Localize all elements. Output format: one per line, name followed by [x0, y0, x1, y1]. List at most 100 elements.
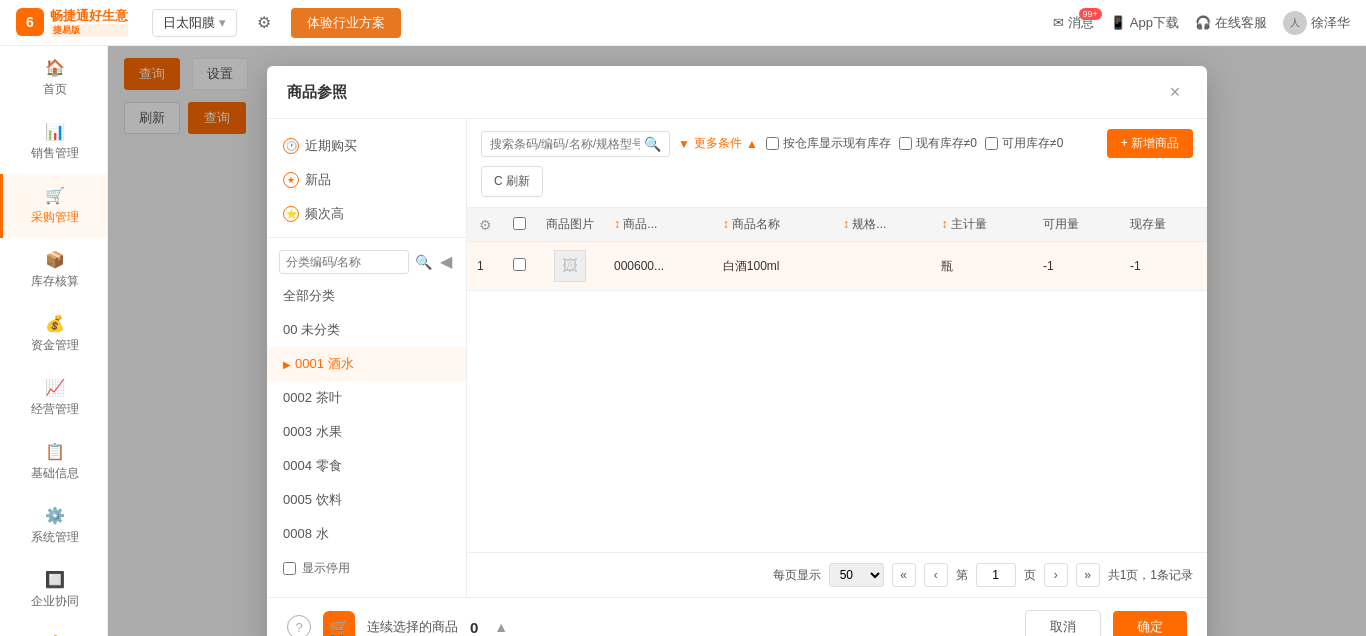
- left-nav-frequent-label: 频次高: [305, 205, 344, 223]
- sidebar-item-finance[interactable]: 💰 资金管理: [0, 302, 107, 366]
- store-selector[interactable]: 日太阳膜 ▾: [152, 9, 237, 37]
- recent-icon: 🕐: [283, 138, 299, 154]
- cancel-btn[interactable]: 取消: [1025, 610, 1101, 636]
- category-search-icon[interactable]: 🔍: [415, 254, 432, 270]
- th-available: 可用量: [1033, 208, 1120, 242]
- usable-checkbox[interactable]: [985, 137, 998, 150]
- filter-btn[interactable]: ▼ 更多条件 ▲: [678, 135, 758, 152]
- per-page-select[interactable]: 20 50 100 200: [829, 563, 884, 587]
- left-nav-new[interactable]: ★ 新品: [267, 163, 466, 197]
- sidebar-item-label: 企业协同: [31, 593, 79, 610]
- collapse-btn[interactable]: ◀: [432, 248, 460, 275]
- category-arrow-icon: ▶: [283, 359, 291, 370]
- category-fruit[interactable]: 0003 水果: [267, 415, 466, 449]
- online-service-label: 在线客服: [1215, 14, 1267, 32]
- sidebar-item-system[interactable]: ⚙️ 系统管理: [0, 494, 107, 558]
- category-snacks[interactable]: 0004 零食: [267, 449, 466, 483]
- table-row[interactable]: 1 🖼: [467, 242, 1207, 291]
- product-search-input[interactable]: [490, 137, 640, 151]
- pagination-bar: 每页显示 20 50 100 200 « ‹ 第 页: [467, 552, 1207, 597]
- category-all[interactable]: 全部分类: [267, 279, 466, 313]
- show-disabled-checkbox[interactable]: [283, 562, 296, 575]
- show-disabled: 显示停用: [267, 550, 466, 587]
- help-btn[interactable]: ?: [287, 615, 311, 636]
- category-label: 0005 饮料: [283, 491, 342, 509]
- available-checkbox-label[interactable]: 现有库存≠0: [899, 135, 977, 152]
- page-suffix: 页: [1024, 567, 1036, 584]
- category-search: 🔍: [279, 250, 432, 274]
- messages-btn[interactable]: ✉ 消息 99+: [1053, 14, 1094, 32]
- sidebar-item-label: 采购管理: [31, 209, 79, 226]
- prev-page-btn[interactable]: ‹: [924, 563, 948, 587]
- experience-btn[interactable]: 体验行业方案: [291, 8, 401, 38]
- sidebar-item-sales[interactable]: 📊 销售管理: [0, 110, 107, 174]
- sidebar-item-inventory[interactable]: 📦 库存核算: [0, 238, 107, 302]
- warehouse-checkbox-label[interactable]: 按仓库显示现有库存: [766, 135, 891, 152]
- total-label: 共1页，1条记录: [1108, 567, 1193, 584]
- row-name: 白酒100ml: [713, 242, 833, 291]
- category-tea[interactable]: 0002 茶叶: [267, 381, 466, 415]
- select-all-checkbox[interactable]: [513, 217, 526, 230]
- modal-close-btn[interactable]: ×: [1163, 80, 1187, 104]
- row-unit: 瓶: [931, 242, 1033, 291]
- message-icon: ✉: [1053, 15, 1064, 30]
- phone-icon: 📱: [1110, 15, 1126, 30]
- row-index: 1: [467, 242, 503, 291]
- left-nav-frequent[interactable]: ⭐ 频次高: [267, 197, 466, 231]
- row-checkbox[interactable]: [513, 258, 526, 271]
- left-nav-recent[interactable]: 🕐 近期购买: [267, 129, 466, 163]
- cart-btn[interactable]: 🛒: [323, 611, 355, 636]
- app-download-btn[interactable]: 📱 App下载: [1110, 14, 1179, 32]
- page-number-input[interactable]: [976, 563, 1016, 587]
- chevron-up-icon[interactable]: ▲: [494, 619, 508, 635]
- show-disabled-label[interactable]: 显示停用: [302, 560, 350, 577]
- category-water[interactable]: 0008 水: [267, 517, 466, 550]
- first-page-btn[interactable]: «: [892, 563, 916, 587]
- sidebar: 🏠 首页 📊 销售管理 🛒 采购管理 📦 库存核算 💰 资金管理 📈 经营管理 …: [0, 46, 108, 636]
- purchase-icon: 🛒: [45, 186, 65, 205]
- sidebar-item-enterprise[interactable]: 🔲 企业协同: [0, 558, 107, 622]
- refresh-btn[interactable]: C 刷新: [481, 166, 543, 197]
- sidebar-item-label: 基础信息: [31, 465, 79, 482]
- category-unclassified[interactable]: 00 未分类: [267, 313, 466, 347]
- category-liquor[interactable]: ▶ 0001 酒水: [267, 347, 466, 381]
- next-page-btn[interactable]: ›: [1044, 563, 1068, 587]
- left-panel: 🕐 近期购买 ★ 新品 ⭐ 频次高: [267, 119, 467, 597]
- basic-info-icon: 📋: [45, 442, 65, 461]
- sidebar-item-basic-info[interactable]: 📋 基础信息: [0, 430, 107, 494]
- sort-icon: ↕: [614, 217, 620, 231]
- topbar: 6 畅捷通好生意 捷易版 日太阳膜 ▾ ⚙ 体验行业方案 ✉ 消息 99+ 📱 …: [0, 0, 1366, 46]
- usable-checkbox-text: 可用库存≠0: [1002, 135, 1063, 152]
- th-product-code: ↕ 商品...: [604, 208, 713, 242]
- usable-checkbox-label[interactable]: 可用库存≠0: [985, 135, 1063, 152]
- sidebar-item-operations[interactable]: 📈 经营管理: [0, 366, 107, 430]
- finance-icon: 💰: [45, 314, 65, 333]
- table-header-row: ⚙ 商品图片: [467, 208, 1207, 242]
- table-settings-icon[interactable]: ⚙: [479, 217, 492, 233]
- confirm-btn[interactable]: 确定: [1113, 611, 1187, 636]
- cart-count: 0: [470, 619, 478, 636]
- category-search-input[interactable]: [279, 250, 409, 274]
- sidebar-item-home[interactable]: 🏠 首页: [0, 46, 107, 110]
- search-icon[interactable]: 🔍: [644, 136, 661, 152]
- user-avatar[interactable]: 人 徐泽华: [1283, 11, 1350, 35]
- warehouse-checkbox[interactable]: [766, 137, 779, 150]
- filter-up-icon: ▲: [746, 137, 758, 151]
- available-checkbox[interactable]: [899, 137, 912, 150]
- left-nav-new-label: 新品: [305, 171, 331, 189]
- add-product-btn[interactable]: + 新增商品: [1107, 129, 1193, 158]
- app-logo: 6 畅捷通好生意 捷易版: [16, 8, 128, 36]
- sidebar-item-purchase[interactable]: 🛒 采购管理: [0, 174, 107, 238]
- online-service-btn[interactable]: 🎧 在线客服: [1195, 14, 1267, 32]
- right-toolbar: 🔍 ▼ 更多条件 ▲ 按仓库显示现有库存: [467, 119, 1207, 208]
- category-label: 0002 茶叶: [283, 389, 342, 407]
- new-icon: ★: [283, 172, 299, 188]
- category-label: 00 未分类: [283, 321, 340, 339]
- gear-icon[interactable]: ⚙: [249, 8, 279, 38]
- left-nav-recent-label: 近期购买: [305, 137, 357, 155]
- th-settings: ⚙: [467, 208, 503, 242]
- topbar-right: ✉ 消息 99+ 📱 App下载 🎧 在线客服 人 徐泽华: [1053, 11, 1350, 35]
- category-beverages[interactable]: 0005 饮料: [267, 483, 466, 517]
- sidebar-item-guide[interactable]: 🔔 新手引导: [0, 622, 107, 636]
- last-page-btn[interactable]: »: [1076, 563, 1100, 587]
